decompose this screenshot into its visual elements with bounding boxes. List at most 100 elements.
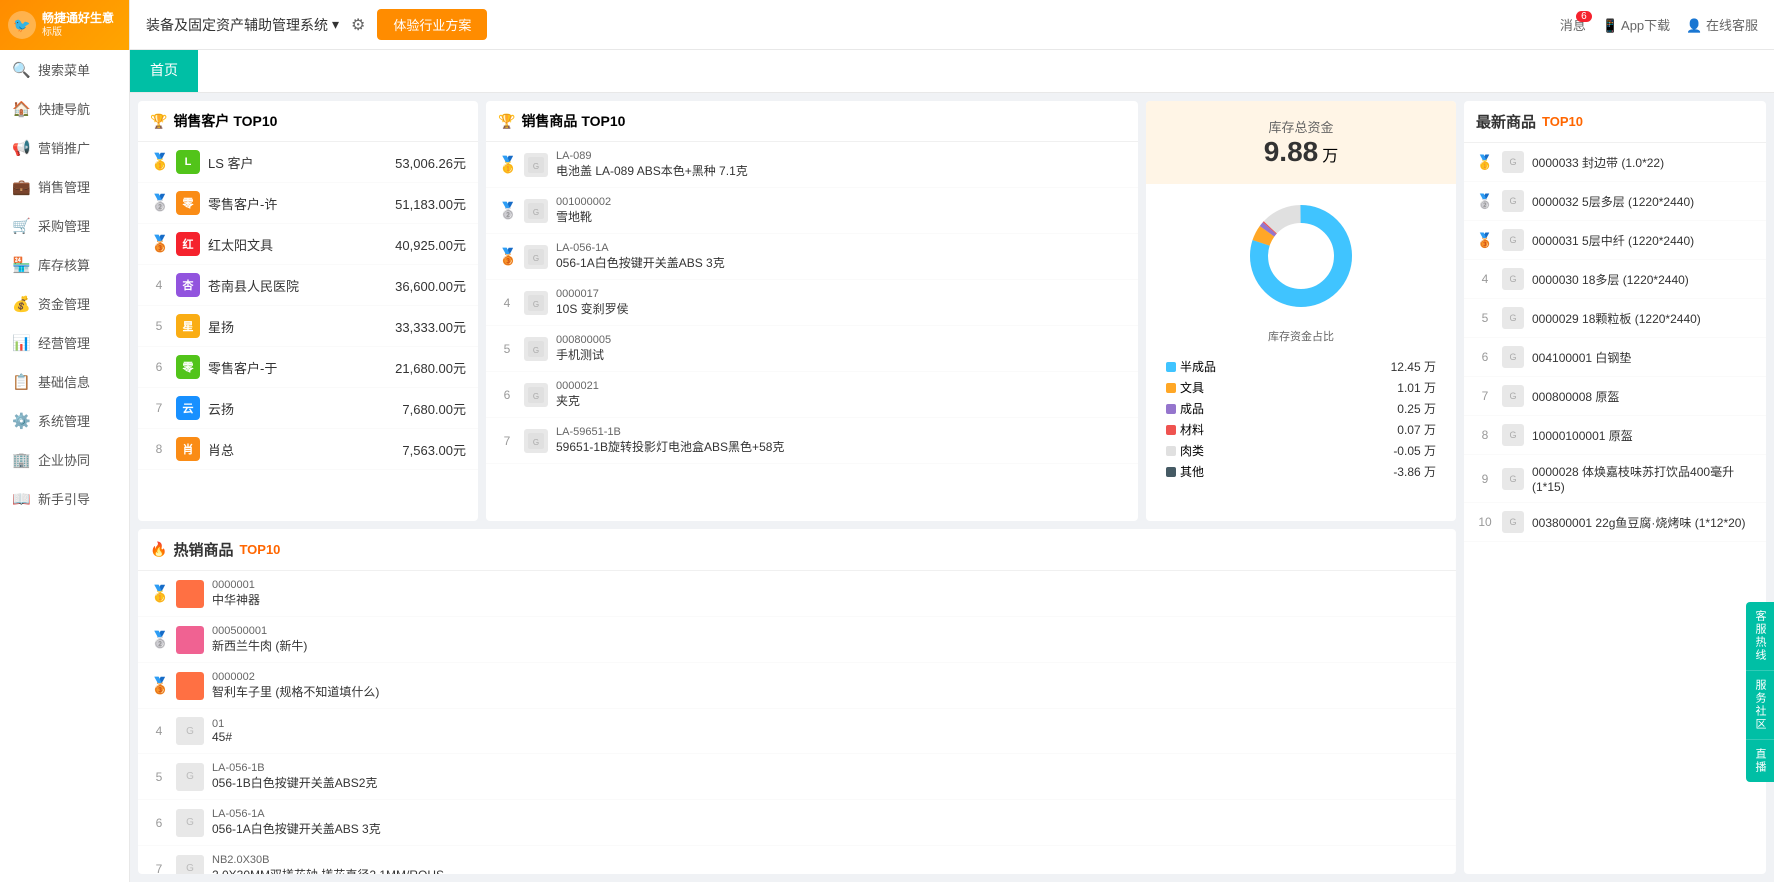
new-goods-row[interactable]: 6 G 004100001 白钢垫	[1464, 338, 1766, 377]
tab-home[interactable]: 首页	[130, 50, 198, 92]
customer-avatar: L	[176, 150, 200, 174]
sidebar-item-finance[interactable]: 💰 资金管理	[0, 284, 129, 323]
hot-goods-row[interactable]: 7 G NB2.0X30B 2.0X30MM双搓花轴,搓花直径2.1MM/ROH…	[138, 846, 1456, 874]
goods-row[interactable]: 🥉 G LA-056-1A 056-1A白色按键开关盖ABS 3克	[486, 234, 1138, 280]
hot-goods-row[interactable]: 🥉 0000002 智利车子里 (规格不知道填什么)	[138, 663, 1456, 709]
new-info: 10000100001 原盔	[1532, 427, 1754, 444]
new-info: 0000028 体焕嘉枝味苏打饮品400毫升 (1*15)	[1532, 463, 1754, 494]
new-rank: 🥉	[1476, 232, 1494, 249]
customer-row[interactable]: 🥇 L LS 客户 53,006.26元	[138, 142, 478, 183]
customer-name: LS 客户	[208, 153, 387, 172]
basic-icon: 📋	[12, 373, 30, 391]
goods-rank: 🥇	[498, 155, 516, 175]
hot-info: 0000001 中华神器	[212, 579, 260, 608]
goods-row[interactable]: 7 G LA-59651-1B 59651-1B旋转投影灯电池盒ABS黑色+58…	[486, 418, 1138, 464]
customer-row[interactable]: 5 星 星扬 33,333.00元	[138, 306, 478, 347]
new-goods-row[interactable]: 7 G 000800008 原盔	[1464, 377, 1766, 416]
goods-row[interactable]: 5 G 000800005 手机测试	[486, 326, 1138, 372]
hot-info: 0000002 智利车子里 (规格不知道填什么)	[212, 671, 379, 700]
new-goods-panel: 最新商品 TOP10 🥇 G 0000033 封边带 (1.0*22) 🥈 G …	[1464, 101, 1766, 874]
customer-row[interactable]: 7 云 云扬 7,680.00元	[138, 388, 478, 429]
new-thumb: G	[1502, 151, 1524, 173]
app-download-link[interactable]: 📱 App下载	[1602, 15, 1670, 34]
legend-row: 其他 -3.86 万	[1166, 461, 1436, 482]
new-goods-row[interactable]: 4 G 0000030 18多层 (1220*2440)	[1464, 260, 1766, 299]
operation-icon: 📊	[12, 334, 30, 352]
finance-icon: 💰	[12, 295, 30, 313]
new-info: 0000030 18多层 (1220*2440)	[1532, 271, 1754, 288]
sidebar-item-marketing[interactable]: 📢 营销推广	[0, 128, 129, 167]
float-btn-hotline[interactable]: 客服热线	[1746, 602, 1774, 671]
hot-thumb	[176, 626, 204, 654]
hot-goods-row[interactable]: 🥈 000500001 新西兰牛肉 (新牛)	[138, 617, 1456, 663]
customer-row[interactable]: 🥉 红 红太阳文具 40,925.00元	[138, 224, 478, 265]
sidebar-item-operation[interactable]: 📊 经营管理	[0, 323, 129, 362]
rank-medal: 5	[150, 319, 168, 333]
float-btn-community[interactable]: 服务社区	[1746, 671, 1774, 740]
settings-icon[interactable]: ⚙	[351, 15, 365, 35]
notification-bell[interactable]: 消息 6	[1560, 15, 1586, 34]
goods-rank: 6	[498, 388, 516, 402]
legend-dot	[1166, 446, 1176, 456]
new-rank: 🥇	[1476, 154, 1494, 171]
customer-row[interactable]: 🥈 零 零售客户-许 51,183.00元	[138, 183, 478, 224]
goods-row[interactable]: 🥈 G 001000002 雪地靴	[486, 188, 1138, 234]
online-service-link[interactable]: 👤 在线客服	[1686, 15, 1758, 34]
inventory-chart-area: 库存资金占比 半成品 12.45 万 文具 1.01 万 成品 0.25 万 材…	[1146, 184, 1456, 521]
trial-button[interactable]: 体验行业方案	[377, 9, 487, 40]
svg-text:G: G	[533, 300, 539, 309]
legend-value: 0.07 万	[1397, 421, 1436, 438]
goods-row[interactable]: 🥇 G LA-089 电池盖 LA-089 ABS本色+黑种 7.1克	[486, 142, 1138, 188]
customer-name: 肖总	[208, 440, 394, 459]
sidebar-item-sales[interactable]: 💼 销售管理	[0, 167, 129, 206]
hot-goods-row[interactable]: 4 G 01 45#	[138, 709, 1456, 754]
sidebar-item-purchase[interactable]: 🛒 采购管理	[0, 206, 129, 245]
legend-row: 材料 0.07 万	[1166, 419, 1436, 440]
goods-row[interactable]: 4 G 0000017 10S 变刹罗侯	[486, 280, 1138, 326]
new-goods-row[interactable]: 9 G 0000028 体焕嘉枝味苏打饮品400毫升 (1*15)	[1464, 455, 1766, 503]
svg-text:G: G	[533, 208, 539, 217]
legend-dot	[1166, 383, 1176, 393]
sidebar-item-quicknav[interactable]: 🏠 快捷导航	[0, 89, 129, 128]
sidebar-item-basic[interactable]: 📋 基础信息	[0, 362, 129, 401]
goods-row[interactable]: 6 G 0000021 夹克	[486, 372, 1138, 418]
hot-goods-row[interactable]: 5 G LA-056-1B 056-1B白色按键开关盖ABS2克	[138, 754, 1456, 800]
sidebar-item-system[interactable]: ⚙️ 系统管理	[0, 401, 129, 440]
customer-row[interactable]: 6 零 零售客户-于 21,680.00元	[138, 347, 478, 388]
goods-info: LA-089 电池盖 LA-089 ABS本色+黑种 7.1克	[556, 150, 1126, 179]
rank-medal: 🥇	[150, 152, 168, 172]
goods-thumb: G	[524, 199, 548, 223]
sidebar-item-search[interactable]: 🔍 搜索菜单	[0, 50, 129, 89]
new-goods-row[interactable]: 8 G 10000100001 原盔	[1464, 416, 1766, 455]
new-rank: 4	[1476, 272, 1494, 286]
sidebar-item-inventory[interactable]: 🏪 库存核算	[0, 245, 129, 284]
new-thumb: G	[1502, 307, 1524, 329]
hot-thumb: G	[176, 855, 204, 875]
goods-info: 001000002 雪地靴	[556, 196, 1126, 225]
hot-goods-row[interactable]: 🥇 0000001 中华神器	[138, 571, 1456, 617]
customer-name: 零售客户-于	[208, 358, 387, 377]
trophy-icon: 🏆	[150, 113, 167, 130]
sidebar: 🐦 畅捷通好生意 标版 🔍 搜索菜单 🏠 快捷导航 📢 营销推广 💼 销售管理 …	[0, 0, 130, 882]
new-goods-row[interactable]: 🥇 G 0000033 封边带 (1.0*22)	[1464, 143, 1766, 182]
customer-avatar: 红	[176, 232, 200, 256]
new-rank: 7	[1476, 389, 1494, 403]
customer-row[interactable]: 8 肖 肖总 7,563.00元	[138, 429, 478, 470]
legend-value: 0.25 万	[1397, 400, 1436, 417]
float-btn-live[interactable]: 直播	[1746, 740, 1774, 782]
hot-goods-row[interactable]: 6 G LA-056-1A 056-1A白色按键开关盖ABS 3克	[138, 800, 1456, 846]
new-goods-row[interactable]: 5 G 0000029 18颗粒板 (1220*2440)	[1464, 299, 1766, 338]
customer-row[interactable]: 4 杏 苍南县人民医院 36,600.00元	[138, 265, 478, 306]
svg-text:G: G	[533, 438, 539, 447]
new-rank: 10	[1476, 515, 1494, 529]
goods-ranking-header: 🏆 销售商品 TOP10	[486, 101, 1138, 142]
sidebar-item-guide[interactable]: 📖 新手引导	[0, 479, 129, 518]
tab-bar: 首页	[130, 50, 1774, 93]
sidebar-item-enterprise[interactable]: 🏢 企业协同	[0, 440, 129, 479]
new-goods-row[interactable]: 🥉 G 0000031 5层中纤 (1220*2440)	[1464, 221, 1766, 260]
new-goods-row[interactable]: 10 G 003800001 22g鱼豆腐·烧烤味 (1*12*20)	[1464, 503, 1766, 542]
customer-name: 零售客户-许	[208, 194, 387, 213]
new-goods-row[interactable]: 🥈 G 0000032 5层多层 (1220*2440)	[1464, 182, 1766, 221]
svg-text:G: G	[533, 392, 539, 401]
system-title-dropdown[interactable]: 装备及固定资产辅助管理系统 ▾	[146, 15, 339, 35]
